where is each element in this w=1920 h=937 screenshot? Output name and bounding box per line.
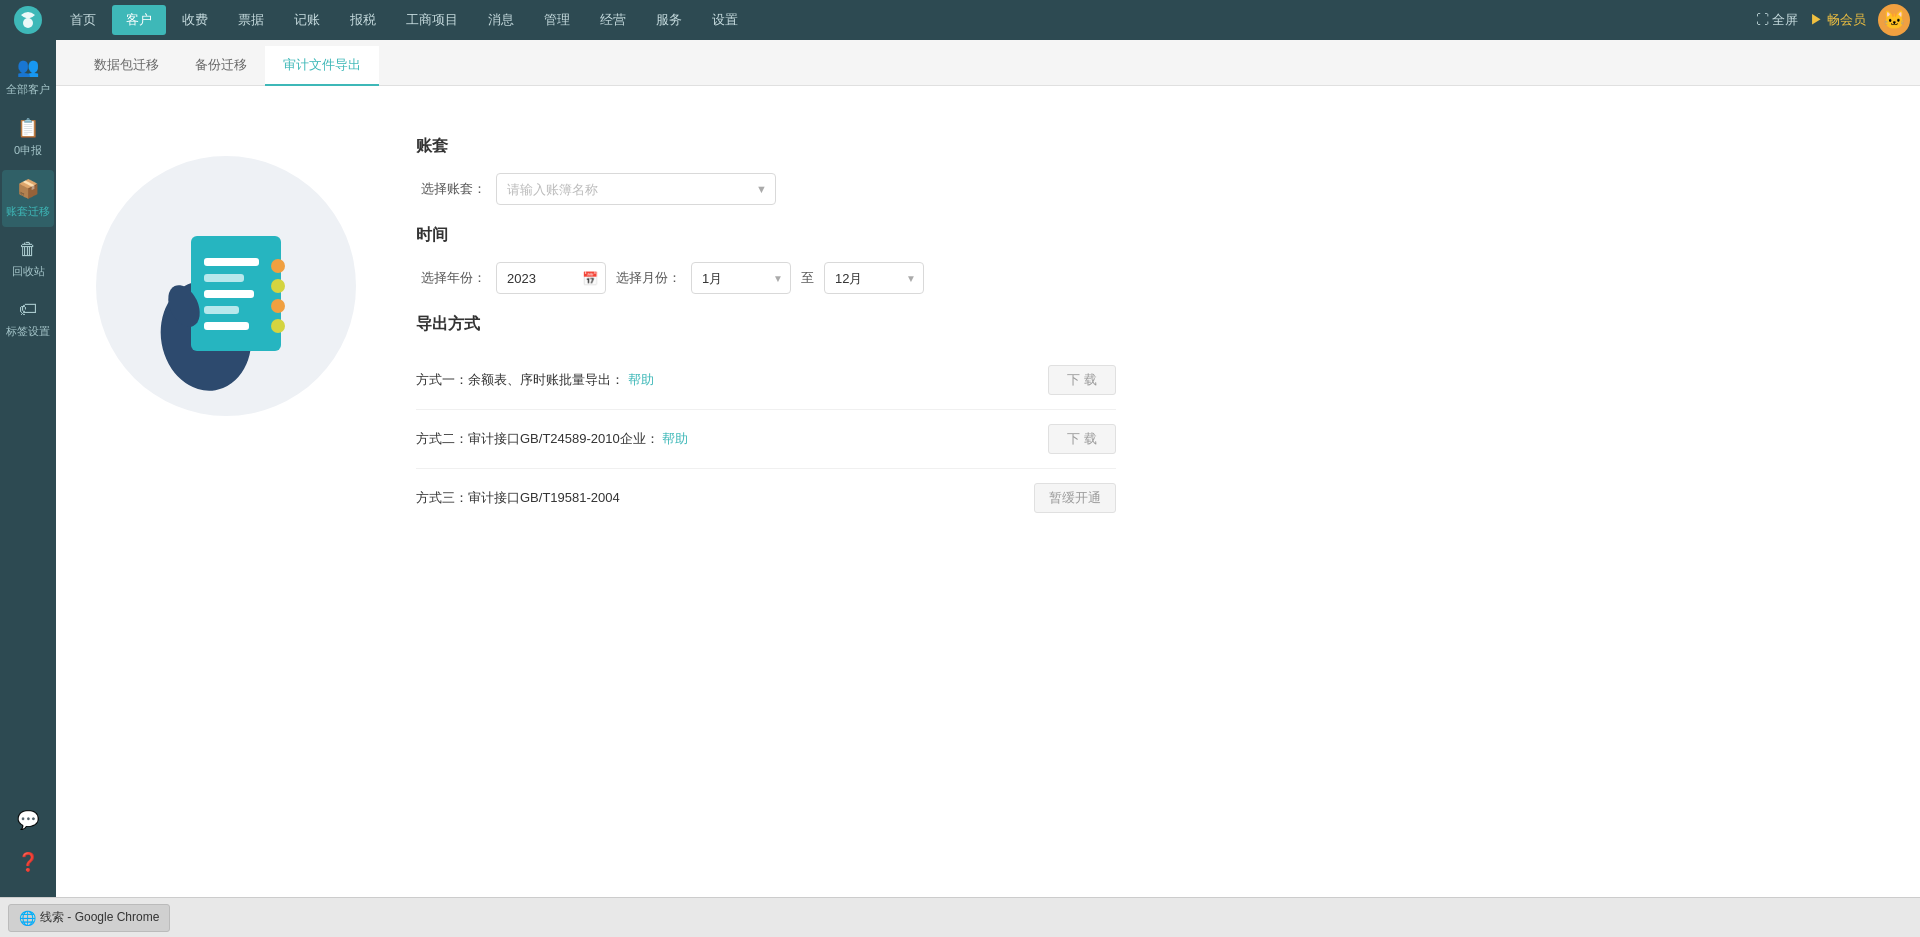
tab-audit-export[interactable]: 审计文件导出 [265,46,379,86]
member-button[interactable]: ▶ 畅会员 [1810,11,1866,29]
svg-rect-7 [204,306,239,314]
method-2-help-link[interactable]: 帮助 [662,431,688,446]
illustration-circle [96,156,356,416]
nav-fee[interactable]: 收费 [168,5,222,35]
svg-point-10 [271,279,285,293]
sidebar-label-tags: 标签设置 [6,324,50,339]
nav-service[interactable]: 服务 [642,5,696,35]
sidebar-label-declare: 0申报 [14,143,42,158]
recycle-icon: 🗑 [19,239,37,260]
sidebar-label-migrate: 账套迁移 [6,204,50,219]
chrome-icon: 🌐 [19,910,36,926]
sidebar-item-zero-declare[interactable]: 📋 0申报 [2,109,54,166]
svg-point-9 [271,259,285,273]
content-area: 数据包迁移 备份迁移 审计文件导出 [56,40,1920,897]
declare-icon: 📋 [17,117,39,139]
nav-accounting[interactable]: 记账 [280,5,334,35]
nav-items: 首页 客户 收费 票据 记账 报税 工商项目 消息 管理 经营 服务 设置 [56,5,1756,35]
tab-backup-migration[interactable]: 备份迁移 [177,46,265,86]
taskbar: 🌐 线索 - Google Chrome [0,897,1920,937]
method-2-download-button[interactable]: 下 载 [1048,424,1116,454]
nav-business[interactable]: 工商项目 [392,5,472,35]
tab-data-migration[interactable]: 数据包迁移 [76,46,177,86]
sidebar-label-recycle: 回收站 [12,264,45,279]
nav-invoice[interactable]: 票据 [224,5,278,35]
year-label: 选择年份： [416,269,486,287]
tag-icon: 🏷 [19,299,37,320]
export-method-1: 方式一：余额表、序时账批量导出： 帮助 下 载 [416,351,1116,410]
month-end-wrapper: 1月 2月 3月 4月 5月 6月 7月 8月 9月 10月 11月 12月 [824,262,924,294]
export-method-3: 方式三：审计接口GB/T19581-2004 暂缓开通 [416,469,1116,527]
account-input[interactable] [507,182,765,197]
nav-operation[interactable]: 经营 [586,5,640,35]
user-avatar[interactable]: 🐱 [1878,4,1910,36]
nav-message[interactable]: 消息 [474,5,528,35]
svg-point-1 [23,18,33,28]
time-section-title: 时间 [416,225,1116,246]
account-label: 选择账套： [416,180,486,198]
svg-point-11 [271,299,285,313]
export-section-title: 导出方式 [416,314,1116,335]
nav-manage[interactable]: 管理 [530,5,584,35]
sidebar-bottom: 💬 ❓ [2,801,54,889]
tabs-bar: 数据包迁移 备份迁移 审计文件导出 [56,40,1920,86]
sidebar-item-tag-settings[interactable]: 🏷 标签设置 [2,291,54,347]
chat-icon: 💬 [17,809,39,831]
account-row: 选择账套： ▼ [416,173,1116,205]
nav-settings[interactable]: 设置 [698,5,752,35]
illustration-area [96,116,356,867]
method-2-text: 方式二：审计接口GB/T24589-2010企业： 帮助 [416,430,688,448]
nav-right: ⛶ 全屏 ▶ 畅会员 🐱 [1756,4,1910,36]
month-end-select[interactable]: 1月 2月 3月 4月 5月 6月 7月 8月 9月 10月 11月 12月 [824,262,924,294]
page-content: 账套 选择账套： ▼ 时间 选择年份： 📅 [56,86,1920,897]
svg-point-12 [271,319,285,333]
method-3-text: 方式三：审计接口GB/T19581-2004 [416,489,620,507]
method-1-help-link[interactable]: 帮助 [628,372,654,387]
account-select[interactable]: ▼ [496,173,776,205]
form-area: 账套 选择账套： ▼ 时间 选择年份： 📅 [416,116,1116,867]
month-start-select[interactable]: 1月 2月 3月 4月 5月 6月 7月 8月 9月 10月 11月 12月 [691,262,791,294]
year-input[interactable] [496,262,606,294]
account-section-title: 账套 [416,136,1116,157]
svg-rect-6 [204,290,254,298]
sidebar-item-migrate[interactable]: 📦 账套迁移 [2,170,54,227]
month-start-wrapper: 1月 2月 3月 4月 5月 6月 7月 8月 9月 10月 11月 12月 [691,262,791,294]
month-label: 选择月份： [616,269,681,287]
main-layout: 👥 全部客户 📋 0申报 📦 账套迁移 🗑 回收站 🏷 标签设置 💬 ❓ [0,40,1920,897]
method-1-download-button[interactable]: 下 载 [1048,365,1116,395]
time-row: 选择年份： 📅 选择月份： 1月 2月 3月 4月 5月 6月 [416,262,1116,294]
help-icon: ❓ [17,851,39,873]
method-3-pending-button[interactable]: 暂缓开通 [1034,483,1116,513]
sidebar: 👥 全部客户 📋 0申报 📦 账套迁移 🗑 回收站 🏷 标签设置 💬 ❓ [0,40,56,897]
nav-customer[interactable]: 客户 [112,5,166,35]
svg-rect-8 [204,322,249,330]
customers-icon: 👥 [17,56,39,78]
nav-tax[interactable]: 报税 [336,5,390,35]
taskbar-item-label: 线索 - Google Chrome [40,909,159,926]
sidebar-chat[interactable]: 💬 [2,801,54,839]
fullscreen-button[interactable]: ⛶ 全屏 [1756,11,1799,29]
taskbar-chrome-item[interactable]: 🌐 线索 - Google Chrome [8,904,170,932]
sidebar-item-all-customers[interactable]: 👥 全部客户 [2,48,54,105]
export-method-2: 方式二：审计接口GB/T24589-2010企业： 帮助 下 载 [416,410,1116,469]
method-1-text: 方式一：余额表、序时账批量导出： 帮助 [416,371,654,389]
nav-home[interactable]: 首页 [56,5,110,35]
year-input-wrapper: 📅 [496,262,606,294]
top-nav: 首页 客户 收费 票据 记账 报税 工商项目 消息 管理 经营 服务 设置 ⛶ … [0,0,1920,40]
sidebar-label-customers: 全部客户 [6,82,50,97]
sidebar-item-recycle[interactable]: 🗑 回收站 [2,231,54,287]
svg-rect-4 [204,258,259,266]
migrate-icon: 📦 [17,178,39,200]
to-label: 至 [801,269,814,287]
app-logo[interactable] [10,2,46,38]
account-dropdown-icon: ▼ [756,183,767,195]
svg-rect-5 [204,274,244,282]
sidebar-help[interactable]: ❓ [2,843,54,881]
